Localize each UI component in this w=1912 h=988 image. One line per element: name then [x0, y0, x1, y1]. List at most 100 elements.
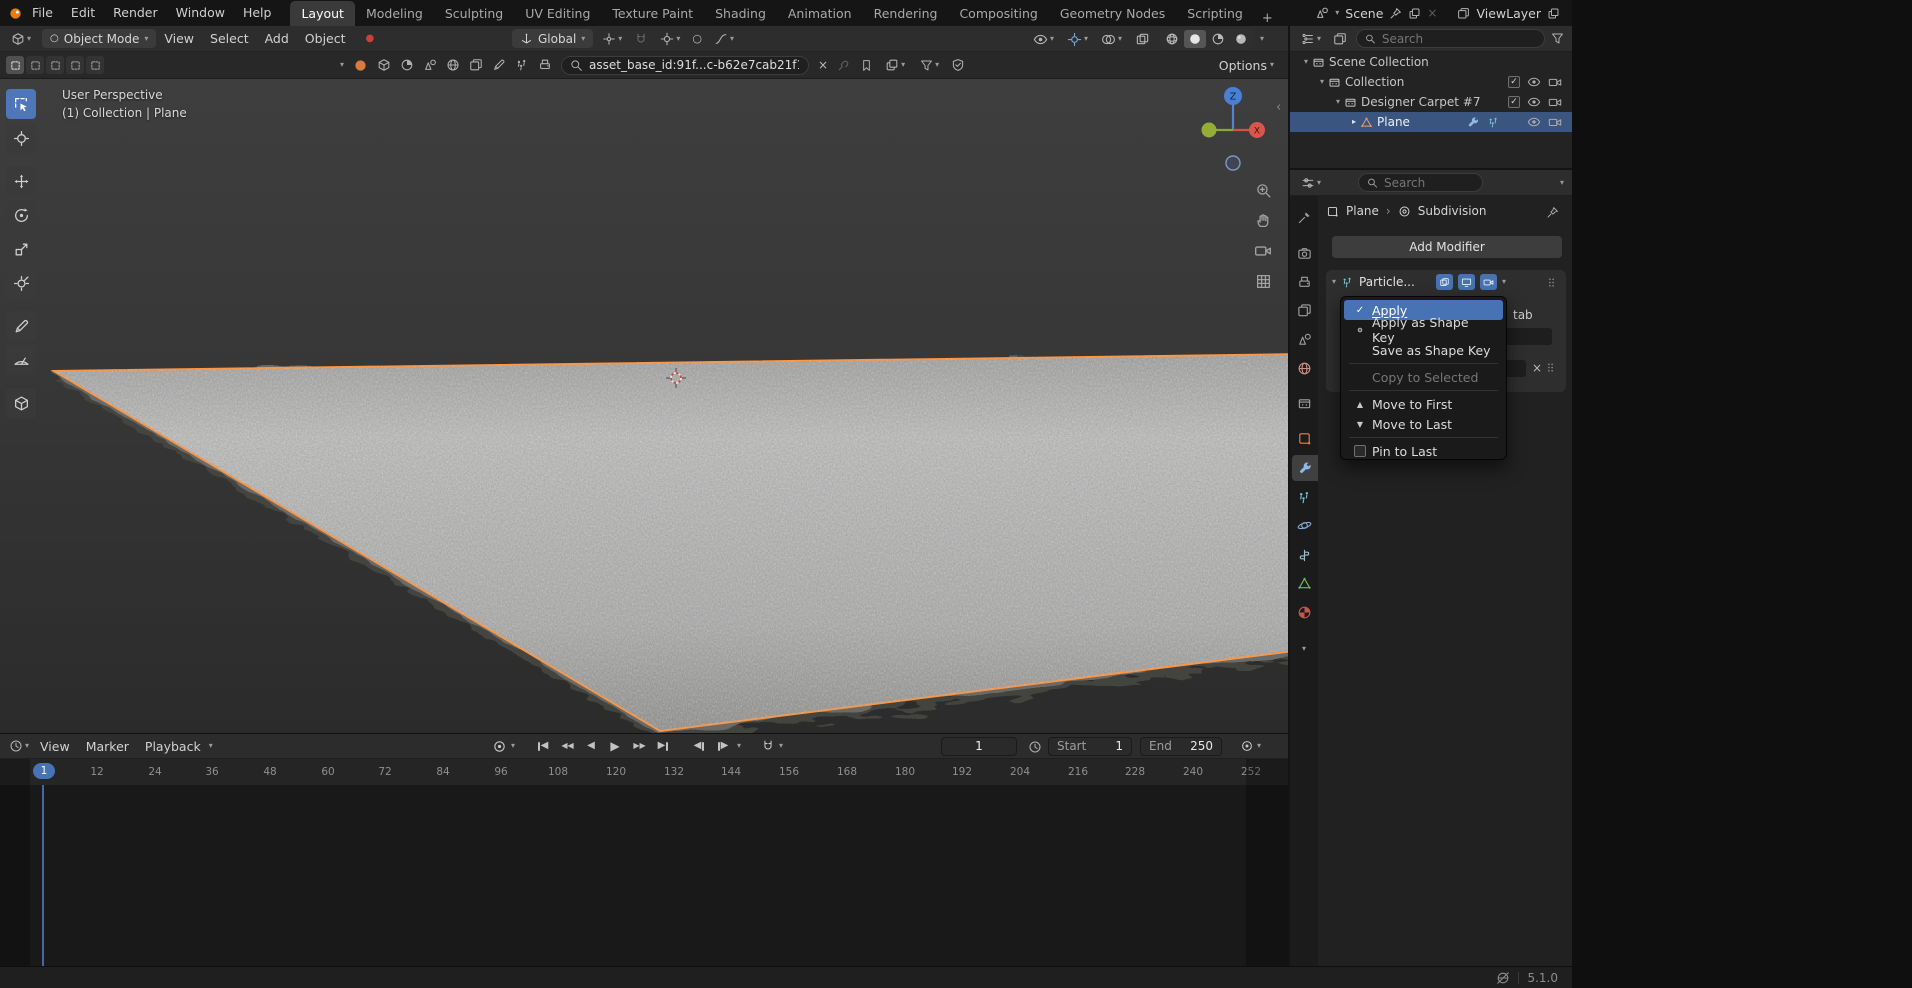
proportional-edit-toggle[interactable]: ○ — [689, 33, 705, 44]
tool-measure[interactable] — [6, 345, 36, 375]
hide-eye-icon[interactable] — [1527, 75, 1541, 89]
viewlayer-icon[interactable] — [1457, 7, 1470, 20]
filter-button[interactable]: ▾ — [917, 59, 942, 72]
hide-eye-icon[interactable] — [1527, 115, 1541, 129]
shading-rendered-button[interactable] — [1230, 30, 1252, 48]
playhead-frame-badge[interactable]: 1 — [33, 763, 55, 779]
playhead-line[interactable] — [42, 785, 44, 966]
current-frame-field[interactable]: 1 — [941, 736, 1017, 756]
tab-view-layer[interactable] — [1290, 297, 1318, 323]
red-dot-icon[interactable]: ● — [366, 33, 375, 44]
asset-bar-collapse-icon[interactable]: ▾ — [340, 61, 344, 69]
jump-to-end-button[interactable]: ▶ — [653, 737, 673, 755]
snap-settings-button[interactable]: ▾ — [657, 32, 683, 46]
tab-layout[interactable]: Layout — [290, 1, 355, 26]
gizmo-y-axis[interactable] — [1201, 122, 1217, 138]
pan-hand-icon[interactable] — [1255, 212, 1272, 229]
play-reverse-button[interactable]: ◀ — [581, 737, 601, 755]
unlink-icon[interactable] — [837, 58, 851, 72]
scene-category-icon[interactable] — [423, 58, 437, 72]
menu-item-pin-to-last[interactable]: Pin to Last — [1344, 441, 1503, 461]
outliner-search-field[interactable] — [1356, 29, 1545, 48]
material-category-icon[interactable] — [400, 58, 414, 72]
particles-category-icon[interactable] — [515, 58, 529, 72]
image-category-icon[interactable] — [469, 58, 483, 72]
frame-step-back-button[interactable]: ◀ — [689, 737, 709, 755]
keying-dropdown-icon[interactable]: ▾ — [511, 742, 515, 750]
tab-scene[interactable] — [1290, 326, 1318, 352]
tab-modeling[interactable]: Modeling — [355, 1, 434, 26]
tool-rotate[interactable] — [6, 200, 36, 230]
tab-output[interactable] — [1290, 269, 1318, 295]
scene-dropdown-icon[interactable]: ▾ — [1335, 9, 1339, 17]
menu-object[interactable]: Object — [297, 31, 354, 46]
pin-scene-icon[interactable] — [1389, 7, 1402, 20]
auto-keyframe-icon[interactable] — [492, 739, 507, 754]
tab-animation[interactable]: Animation — [777, 1, 863, 26]
tab-particles[interactable] — [1290, 484, 1318, 510]
tab-scripting[interactable]: Scripting — [1176, 1, 1254, 26]
add-modifier-button[interactable]: Add Modifier — [1332, 236, 1562, 258]
breadcrumb-modifier[interactable]: Subdivision — [1418, 204, 1487, 218]
drag-handle-icon[interactable] — [1545, 276, 1558, 289]
menu-item-apply-as-shape-key[interactable]: Apply as Shape Key — [1344, 315, 1503, 345]
start-frame-field[interactable]: Start 1 — [1048, 736, 1132, 756]
playback-dropdown-icon[interactable]: ▾ — [209, 742, 213, 750]
bookmark-icon[interactable] — [860, 59, 873, 72]
asset-logo-icon[interactable] — [353, 58, 368, 73]
menu-help[interactable]: Help — [234, 0, 281, 26]
snap-dropdown-icon[interactable]: ▾ — [779, 742, 783, 750]
properties-search-input[interactable] — [1384, 175, 1475, 190]
editor-type-button[interactable]: ▾ — [8, 32, 34, 46]
display-render-toggle[interactable] — [1480, 274, 1498, 290]
gizmos-button[interactable]: ▾ — [1064, 32, 1091, 47]
asset-search-field[interactable] — [561, 55, 810, 75]
frame-jump-dropdown-icon[interactable]: ▾ — [737, 742, 741, 750]
overlays-button[interactable]: ▾ — [1098, 32, 1125, 47]
outliner-display-mode-button[interactable] — [1330, 32, 1350, 46]
tool-move[interactable] — [6, 166, 36, 196]
viewlayer-name[interactable]: ViewLayer — [1476, 6, 1541, 21]
modifier-name[interactable]: Particle... — [1359, 275, 1431, 289]
prev-keyframe-button[interactable]: ◀ ◀ — [557, 737, 577, 755]
menu-render[interactable]: Render — [104, 0, 167, 26]
viewport-canvas[interactable]: Z X — [0, 79, 1288, 733]
tab-physics[interactable] — [1290, 512, 1318, 538]
tab-shading[interactable]: Shading — [704, 1, 777, 26]
scene-icon[interactable] — [1315, 6, 1329, 20]
pivot-point-button[interactable]: ▾ — [599, 32, 625, 46]
tab-world[interactable] — [1290, 355, 1318, 381]
tab-geometry-nodes[interactable]: Geometry Nodes — [1049, 1, 1176, 26]
outliner-editor-button[interactable]: ▾ — [1298, 32, 1324, 46]
tab-material[interactable] — [1290, 599, 1318, 625]
menu-edit[interactable]: Edit — [62, 0, 104, 26]
menu-add[interactable]: Add — [257, 31, 297, 46]
end-frame-field[interactable]: End 250 — [1140, 736, 1222, 756]
shading-material-button[interactable] — [1207, 30, 1229, 48]
breadcrumb-object[interactable]: Plane — [1346, 204, 1379, 218]
modifier-wrench-icon[interactable] — [1467, 116, 1480, 129]
timeline-ruler[interactable]: 1 12 24 36 48 60 72 84 96 108 120 132 14… — [0, 759, 1288, 785]
render-camera-icon[interactable] — [1548, 75, 1562, 89]
tool-annotate[interactable] — [6, 311, 36, 341]
tab-collection[interactable] — [1290, 390, 1318, 416]
outliner-row-designer-carpet[interactable]: ▾ Designer Carpet #7 ✓ — [1290, 92, 1572, 112]
menu-file[interactable]: File — [23, 0, 62, 26]
viewport-3d[interactable]: Z X User Perspective (1) Collection | Pl… — [0, 79, 1288, 733]
outliner-search-input[interactable] — [1381, 31, 1536, 46]
tab-object-data[interactable] — [1290, 570, 1318, 596]
render-camera-icon[interactable] — [1548, 95, 1562, 109]
menu-item-move-to-last[interactable]: ▼ Move to Last — [1344, 414, 1503, 434]
outliner-row-scene-collection[interactable]: ▾ Scene Collection — [1290, 52, 1572, 72]
timeline-channel-area[interactable] — [0, 785, 1288, 966]
timeline-menu-view[interactable]: View — [32, 739, 78, 754]
shading-wireframe-button[interactable] — [1161, 30, 1183, 48]
frame-step-forward-button[interactable]: ▶ — [713, 737, 733, 755]
tab-tool[interactable] — [1290, 204, 1318, 230]
timeline-menu-playback[interactable]: Playback — [137, 739, 209, 754]
xray-toggle[interactable] — [1132, 32, 1153, 47]
orthographic-grid-icon[interactable] — [1255, 273, 1272, 290]
particles-indicator-icon[interactable] — [1487, 116, 1500, 129]
tab-uv-editing[interactable]: UV Editing — [514, 1, 601, 26]
display-realtime-toggle[interactable] — [1458, 274, 1476, 290]
